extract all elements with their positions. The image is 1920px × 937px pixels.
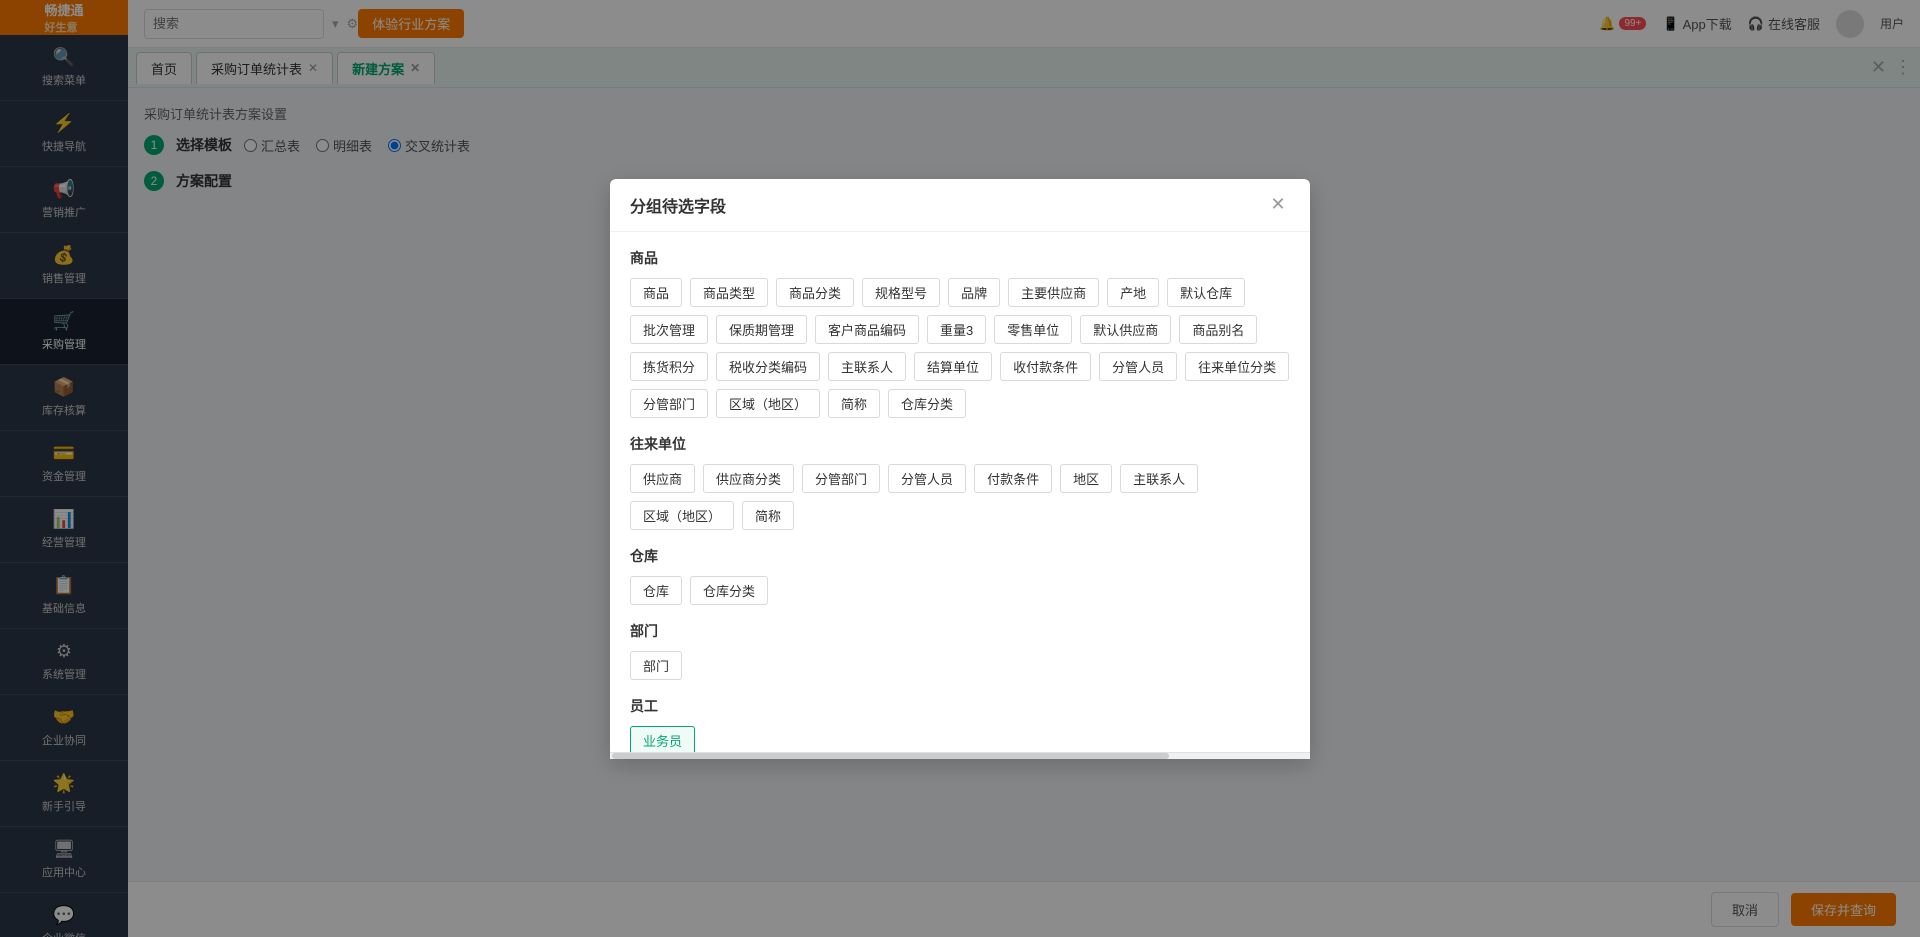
tag-员工-0[interactable]: 业务员 xyxy=(630,726,695,752)
tag-商品-14[interactable]: 商品别名 xyxy=(1179,315,1257,344)
tag-往来单位-8[interactable]: 简称 xyxy=(742,501,794,530)
tag-商品-24[interactable]: 简称 xyxy=(828,389,880,418)
dialog-header: 分组待选字段 ✕ xyxy=(610,179,1310,232)
tag-商品-12[interactable]: 零售单位 xyxy=(994,315,1072,344)
tag-往来单位-1[interactable]: 供应商分类 xyxy=(703,464,794,493)
section-title-仓库: 仓库 xyxy=(630,546,1290,566)
tag-商品-16[interactable]: 税收分类编码 xyxy=(716,352,820,381)
scrollbar-thumb xyxy=(612,753,1169,759)
section-tags-仓库: 仓库仓库分类 xyxy=(630,576,1290,605)
tag-商品-2[interactable]: 商品分类 xyxy=(776,278,854,307)
section-tags-员工: 业务员 xyxy=(630,726,1290,752)
section-title-部门: 部门 xyxy=(630,621,1290,641)
tag-部门-0[interactable]: 部门 xyxy=(630,651,682,680)
tag-商品-8[interactable]: 批次管理 xyxy=(630,315,708,344)
tag-往来单位-2[interactable]: 分管部门 xyxy=(802,464,880,493)
tag-往来单位-6[interactable]: 主联系人 xyxy=(1120,464,1198,493)
tag-商品-19[interactable]: 收付款条件 xyxy=(1000,352,1091,381)
tag-商品-21[interactable]: 往来单位分类 xyxy=(1185,352,1289,381)
tag-商品-22[interactable]: 分管部门 xyxy=(630,389,708,418)
tag-商品-1[interactable]: 商品类型 xyxy=(690,278,768,307)
tag-商品-7[interactable]: 默认仓库 xyxy=(1167,278,1245,307)
tag-商品-13[interactable]: 默认供应商 xyxy=(1080,315,1171,344)
tag-商品-15[interactable]: 拣货积分 xyxy=(630,352,708,381)
section-title-员工: 员工 xyxy=(630,696,1290,716)
dialog-close-button[interactable]: ✕ xyxy=(1266,193,1290,217)
tag-商品-11[interactable]: 重量3 xyxy=(927,315,986,344)
tag-往来单位-7[interactable]: 区域（地区） xyxy=(630,501,734,530)
tag-商品-10[interactable]: 客户商品编码 xyxy=(815,315,919,344)
dialog-body: 商品商品商品类型商品分类规格型号品牌主要供应商产地默认仓库批次管理保质期管理客户… xyxy=(610,232,1310,752)
tag-仓库-1[interactable]: 仓库分类 xyxy=(690,576,768,605)
dialog-title: 分组待选字段 xyxy=(630,193,726,217)
tag-商品-6[interactable]: 产地 xyxy=(1107,278,1159,307)
tag-往来单位-3[interactable]: 分管人员 xyxy=(888,464,966,493)
tag-商品-5[interactable]: 主要供应商 xyxy=(1008,278,1099,307)
tag-商品-25[interactable]: 仓库分类 xyxy=(888,389,966,418)
tag-商品-0[interactable]: 商品 xyxy=(630,278,682,307)
section-tags-部门: 部门 xyxy=(630,651,1290,680)
tag-商品-20[interactable]: 分管人员 xyxy=(1099,352,1177,381)
tag-商品-17[interactable]: 主联系人 xyxy=(828,352,906,381)
field-selection-dialog: 分组待选字段 ✕ 商品商品商品类型商品分类规格型号品牌主要供应商产地默认仓库批次… xyxy=(610,179,1310,759)
tag-商品-18[interactable]: 结算单位 xyxy=(914,352,992,381)
horizontal-scrollbar[interactable] xyxy=(610,752,1310,759)
tag-商品-4[interactable]: 品牌 xyxy=(948,278,1000,307)
section-tags-商品: 商品商品类型商品分类规格型号品牌主要供应商产地默认仓库批次管理保质期管理客户商品… xyxy=(630,278,1290,418)
tag-商品-3[interactable]: 规格型号 xyxy=(862,278,940,307)
tag-往来单位-5[interactable]: 地区 xyxy=(1060,464,1112,493)
tag-往来单位-0[interactable]: 供应商 xyxy=(630,464,695,493)
tag-往来单位-4[interactable]: 付款条件 xyxy=(974,464,1052,493)
section-title-商品: 商品 xyxy=(630,248,1290,268)
section-title-往来单位: 往来单位 xyxy=(630,434,1290,454)
tag-商品-23[interactable]: 区域（地区） xyxy=(716,389,820,418)
tag-商品-9[interactable]: 保质期管理 xyxy=(716,315,807,344)
section-tags-往来单位: 供应商供应商分类分管部门分管人员付款条件地区主联系人区域（地区） 简称 xyxy=(630,464,1290,530)
tag-仓库-0[interactable]: 仓库 xyxy=(630,576,682,605)
